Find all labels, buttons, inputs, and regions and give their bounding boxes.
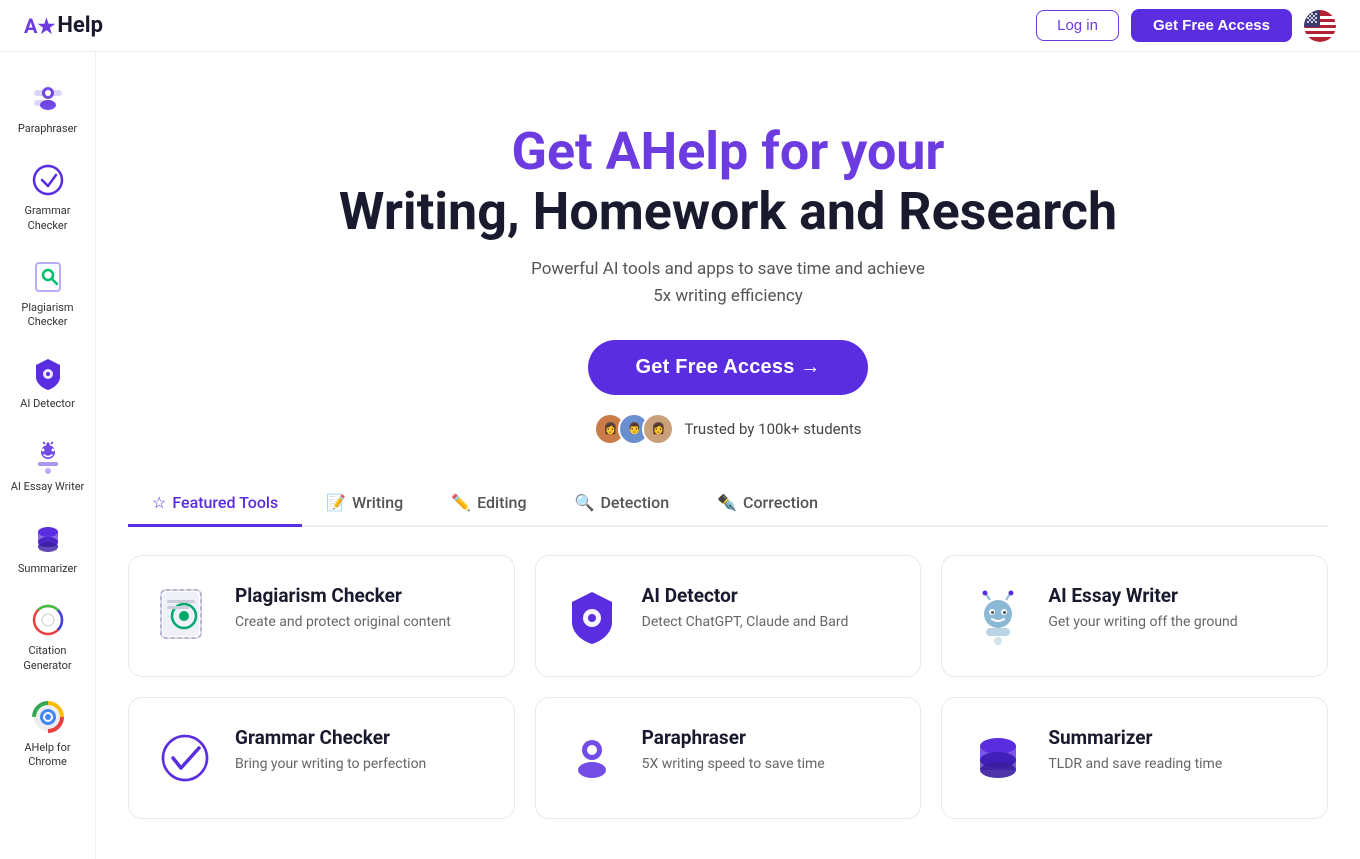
hero-cta-area: Get Free Access → [588,340,869,395]
ai-detector-card-name: AI Detector [642,584,897,607]
tab-correction[interactable]: ✒️ Correction [693,481,842,527]
hero-cta-button[interactable]: Get Free Access → [588,340,869,395]
sidebar-label-paraphraser: Paraphraser [18,122,77,136]
sidebar-item-ai-essay-writer[interactable]: AI Essay Writer [4,426,92,504]
summarizer-card-info: Summarizer TLDR and save reading time [1048,726,1303,775]
ai-essay-card-info: AI Essay Writer Get your writing off the… [1048,584,1303,633]
tool-card-grammar[interactable]: Grammar Checker Bring your writing to pe… [128,697,515,819]
ai-detector-icon [28,353,68,393]
plagiarism-card-name: Plagiarism Checker [235,584,490,607]
essay-writer-icon [28,436,68,476]
avatar-3: 👩 [642,413,674,445]
plagiarism-card-desc: Create and protect original content [235,613,490,633]
ai-detector-card-info: AI Detector Detect ChatGPT, Claude and B… [642,584,897,633]
tool-card-ai-essay[interactable]: AI Essay Writer Get your writing off the… [941,555,1328,677]
tool-card-plagiarism[interactable]: Plagiarism Checker Create and protect or… [128,555,515,677]
grammar-icon [28,160,68,200]
sidebar-label-chrome: AHelp for Chrome [10,741,86,770]
hero-section: Get AHelp for your Writing, Homework and… [128,92,1328,481]
login-button[interactable]: Log in [1036,10,1119,41]
ai-essay-card-desc: Get your writing off the ground [1048,613,1303,633]
tab-editing[interactable]: ✏️ Editing [427,481,550,527]
sidebar-item-ahelp-chrome[interactable]: AHelp for Chrome [4,687,92,780]
sidebar-label-citation: Citation Generator [10,644,86,673]
sidebar-label-grammar: Grammar Checker [10,204,86,233]
sidebar-item-grammar-checker[interactable]: Grammar Checker [4,150,92,243]
plagiarism-icon [28,257,68,297]
plagiarism-card-info: Plagiarism Checker Create and protect or… [235,584,490,633]
tools-tabs: ☆ Featured Tools 📝 Writing ✏️ Editing 🔍 … [128,481,1328,527]
layout: Paraphraser Grammar Checker [0,52,1360,859]
plagiarism-card-icon [153,584,217,648]
ai-detector-card-desc: Detect ChatGPT, Claude and Bard [642,613,897,633]
paraphraser-icon [28,78,68,118]
hero-subtitle: Powerful AI tools and apps to save time … [128,256,1328,310]
correction-icon: ✒️ [717,493,737,512]
sidebar-label-summarizer: Summarizer [18,562,77,576]
hero-title-line1: Get AHelp for your [128,122,1328,182]
grammar-card-desc: Bring your writing to perfection [235,755,490,775]
ai-essay-card-icon [966,584,1030,648]
trust-text: Trusted by 100k+ students [684,420,861,438]
sidebar-item-citation-generator[interactable]: Citation Generator [4,590,92,683]
sidebar-item-plagiarism-checker[interactable]: Plagiarism Checker [4,247,92,340]
ai-detector-card-icon [560,584,624,648]
logo-star-icon: A★ [24,14,55,38]
grammar-card-name: Grammar Checker [235,726,490,749]
sidebar-label-plagiarism: Plagiarism Checker [10,301,86,330]
citation-icon [28,600,68,640]
sidebar-item-summarizer[interactable]: Summarizer [4,508,92,586]
summarizer-icon [28,518,68,558]
language-selector[interactable] [1304,10,1336,42]
main-content: Get AHelp for your Writing, Homework and… [96,52,1360,859]
summarizer-card-icon [966,726,1030,790]
tab-featured[interactable]: ☆ Featured Tools [128,481,302,527]
detection-icon: 🔍 [575,493,595,512]
sidebar-label-ai-detector: AI Detector [20,397,75,411]
grammar-card-info: Grammar Checker Bring your writing to pe… [235,726,490,775]
logo-text: Help [57,13,103,38]
ai-essay-card-name: AI Essay Writer [1048,584,1303,607]
sidebar-item-paraphraser[interactable]: Paraphraser [4,68,92,146]
sidebar-label-ai-essay: AI Essay Writer [11,480,85,494]
paraphraser-card-name: Paraphraser [642,726,897,749]
chrome-icon [28,697,68,737]
editing-icon: ✏️ [451,493,471,512]
summarizer-card-desc: TLDR and save reading time [1048,755,1303,775]
get-free-access-button[interactable]: Get Free Access [1131,9,1292,42]
paraphraser-card-icon [560,726,624,790]
header-actions: Log in Get Free Access [1036,9,1336,42]
trust-avatars: 👩 👨 👩 [594,413,674,445]
summarizer-card-name: Summarizer [1048,726,1303,749]
grammar-card-icon [153,726,217,790]
tab-writing[interactable]: 📝 Writing [302,481,427,527]
logo[interactable]: A★Help [24,13,103,38]
tool-card-summarizer[interactable]: Summarizer TLDR and save reading time [941,697,1328,819]
tab-detection[interactable]: 🔍 Detection [551,481,694,527]
paraphraser-card-desc: 5X writing speed to save time [642,755,897,775]
tool-card-paraphraser[interactable]: Paraphraser 5X writing speed to save tim… [535,697,922,819]
tool-card-ai-detector[interactable]: AI Detector Detect ChatGPT, Claude and B… [535,555,922,677]
writing-icon: 📝 [326,493,346,512]
hero-trust: 👩 👨 👩 Trusted by 100k+ students [128,413,1328,445]
header: A★Help Log in Get Free Access [0,0,1360,52]
hero-title: Get AHelp for your Writing, Homework and… [128,122,1328,242]
star-icon: ☆ [152,493,166,512]
paraphraser-card-info: Paraphraser 5X writing speed to save tim… [642,726,897,775]
tools-grid: Plagiarism Checker Create and protect or… [128,555,1328,819]
sidebar: Paraphraser Grammar Checker [0,52,96,859]
hero-title-line2: Writing, Homework and Research [128,182,1328,242]
sidebar-item-ai-detector[interactable]: AI Detector [4,343,92,421]
